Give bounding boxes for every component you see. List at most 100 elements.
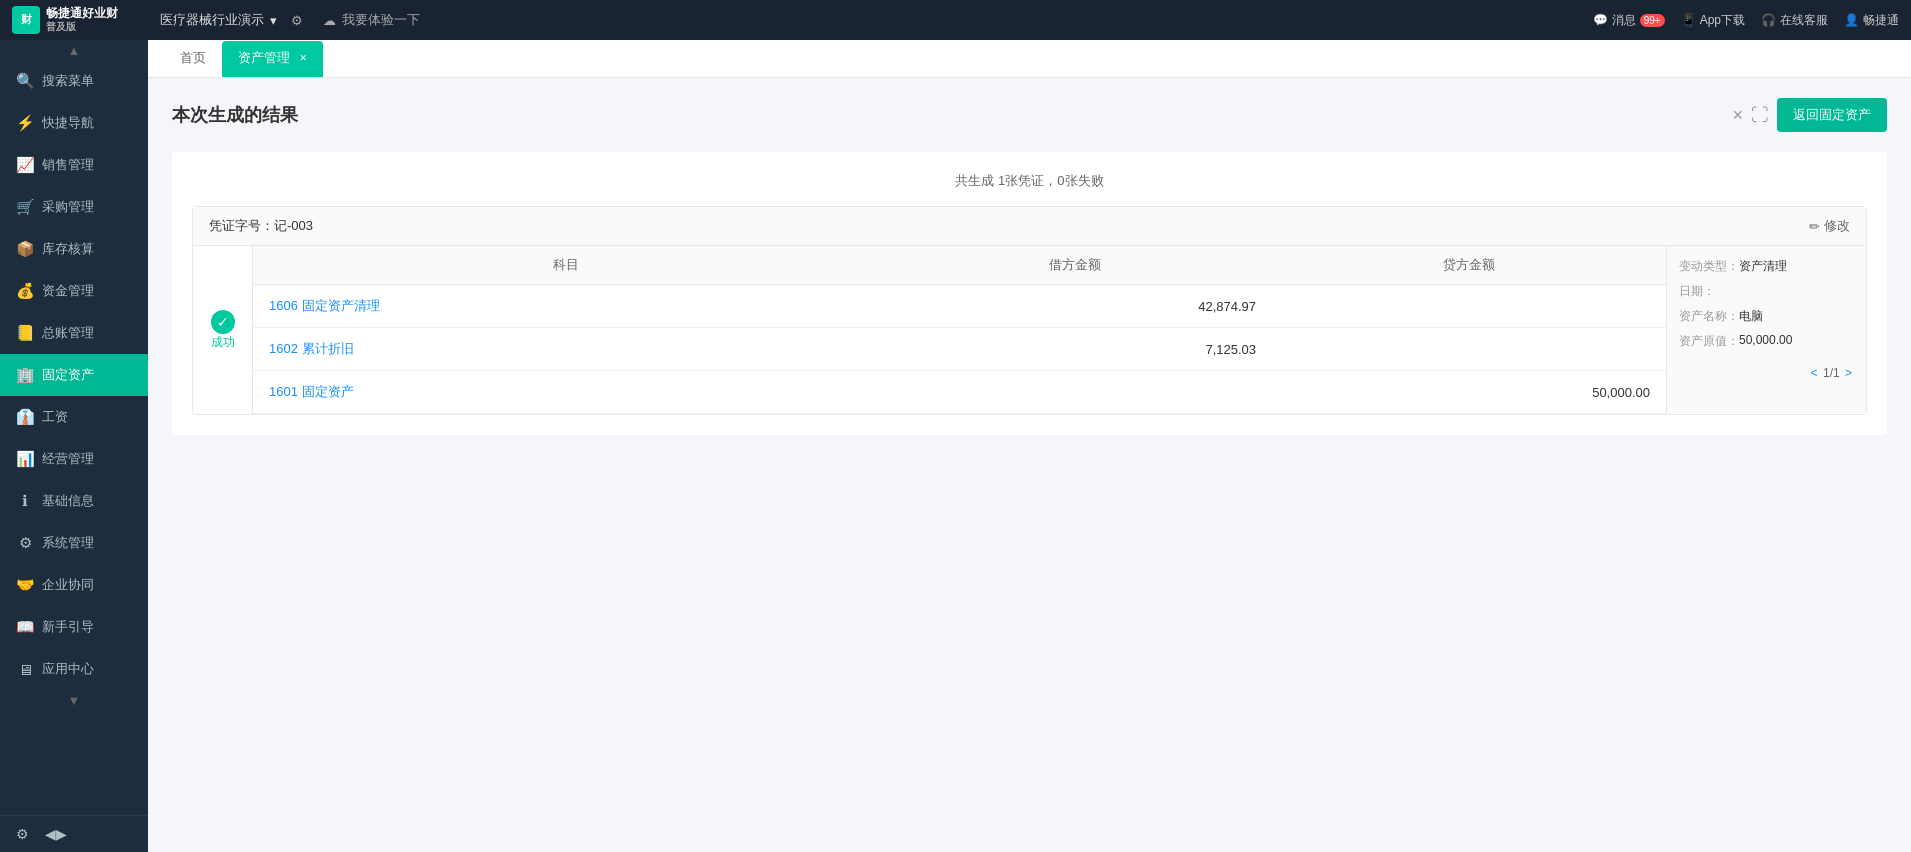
table-row: 1601 固定资产 50,000.00	[253, 371, 1666, 414]
sidebar: ▲ 🔍 搜索菜单 ⚡ 快捷导航 📈 销售管理 🛒 采购管理 📦 库存核算 💰 资…	[0, 40, 148, 852]
sidebar-item-label: 新手引导	[42, 618, 94, 636]
cloud-icon: ☁	[323, 13, 336, 28]
col-subject: 科目	[253, 246, 878, 285]
sidebar-item-quicknav[interactable]: ⚡ 快捷导航	[0, 102, 148, 144]
message-icon: 💬	[1593, 13, 1608, 27]
messages-label: 消息	[1612, 12, 1636, 29]
sidebar-item-guide[interactable]: 📖 新手引导	[0, 606, 148, 648]
sidebar-item-payroll[interactable]: 👔 工资	[0, 396, 148, 438]
cart-icon: 🛒	[16, 198, 34, 216]
tab-asset-management[interactable]: 资产管理 ×	[222, 41, 323, 77]
sidebar-item-operations[interactable]: 📊 经营管理	[0, 438, 148, 480]
sidebar-item-label: 销售管理	[42, 156, 94, 174]
app-logo: 财 畅捷通好业财 普及版	[12, 6, 152, 34]
building-icon: 🏢	[16, 366, 34, 384]
tab-home[interactable]: 首页	[164, 41, 222, 77]
username: 畅捷通	[1863, 12, 1899, 29]
dropdown-icon: ▾	[270, 13, 277, 28]
debit-cell	[878, 371, 1272, 414]
side-info-panel: 变动类型： 资产清理 日期： 资产名称： 电脑	[1666, 246, 1866, 414]
date-label: 日期：	[1679, 283, 1739, 300]
sidebar-item-label: 快捷导航	[42, 114, 94, 132]
subject-cell: 1606 固定资产清理	[253, 285, 878, 328]
sidebar-item-enterprise[interactable]: 🤝 企业协同	[0, 564, 148, 606]
sidebar-item-apps[interactable]: 🖥 应用中心	[0, 648, 148, 690]
sidebar-item-label: 固定资产	[42, 366, 94, 384]
table-row: 1606 固定资产清理 42,874.97	[253, 285, 1666, 328]
app-download-button[interactable]: 📱 App下载	[1681, 12, 1745, 29]
chart-icon: 📈	[16, 156, 34, 174]
edit-label: 修改	[1824, 217, 1850, 235]
sidebar-item-inventory[interactable]: 📦 库存核算	[0, 228, 148, 270]
asset-value-label: 资产原值：	[1679, 333, 1739, 350]
box-icon: 📦	[16, 240, 34, 258]
user-icon: 👤	[1844, 13, 1859, 27]
app-icon: 📱	[1681, 13, 1696, 27]
lightning-icon: ⚡	[16, 114, 34, 132]
sidebar-item-label: 库存核算	[42, 240, 94, 258]
close-button[interactable]: ×	[1732, 105, 1743, 126]
tab-asset-label: 资产管理	[238, 50, 290, 65]
table-row: 1602 累计折旧 7,125.03	[253, 328, 1666, 371]
sidebar-item-ledger[interactable]: 📒 总账管理	[0, 312, 148, 354]
voucher-table: 科目 借方金额 贷方金额 1606 固定资产清理 42,874.97	[253, 246, 1666, 414]
main-layout: ▲ 🔍 搜索菜单 ⚡ 快捷导航 📈 销售管理 🛒 采购管理 📦 库存核算 💰 资…	[0, 40, 1911, 852]
sidebar-item-fixed-assets[interactable]: 🏢 固定资产	[0, 354, 148, 396]
gear-icon: ⚙	[16, 534, 34, 552]
messages-button[interactable]: 💬 消息 99+	[1593, 12, 1665, 29]
credit-cell: 50,000.00	[1272, 371, 1666, 414]
info-icon: ℹ	[16, 492, 34, 510]
result-summary: 共生成 1张凭证，0张失败	[192, 172, 1867, 190]
edit-button[interactable]: ✏ 修改	[1809, 217, 1850, 235]
expand-button[interactable]: ⛶	[1751, 105, 1769, 126]
message-badge: 99+	[1640, 14, 1665, 27]
content-area: 首页 资产管理 × 本次生成的结果 × ⛶ 返回固定资产 共生成 1张凭证，0张…	[148, 40, 1911, 852]
sidebar-item-label: 工资	[42, 408, 68, 426]
return-button[interactable]: 返回固定资产	[1777, 98, 1887, 132]
voucher-content: ✓ 成功 科目 借方金额 贷方金额	[193, 246, 1866, 414]
sidebar-item-funds[interactable]: 💰 资金管理	[0, 270, 148, 312]
tab-close-icon[interactable]: ×	[300, 51, 307, 65]
sidebar-item-system[interactable]: ⚙ 系统管理	[0, 522, 148, 564]
tie-icon: 👔	[16, 408, 34, 426]
sidebar-scroll-up[interactable]: ▲	[0, 40, 148, 60]
sidebar-scroll-down[interactable]: ▼	[0, 690, 148, 710]
sidebar-item-purchase[interactable]: 🛒 采购管理	[0, 186, 148, 228]
page-content: 本次生成的结果 × ⛶ 返回固定资产 共生成 1张凭证，0张失败 凭证字号：记-…	[148, 78, 1911, 852]
voucher-number: 凭证字号：记-003	[209, 217, 313, 235]
edit-icon: ✏	[1809, 219, 1820, 234]
debit-cell: 42,874.97	[878, 285, 1272, 328]
subject-cell: 1601 固定资产	[253, 371, 878, 414]
sidebar-item-sales[interactable]: 📈 销售管理	[0, 144, 148, 186]
sidebar-item-label: 采购管理	[42, 198, 94, 216]
success-status: ✓ 成功	[193, 246, 253, 414]
stats-icon: 📊	[16, 450, 34, 468]
voucher-header: 凭证字号：记-003 ✏ 修改	[193, 207, 1866, 246]
credit-cell	[1272, 328, 1666, 371]
next-page[interactable]: >	[1845, 366, 1852, 380]
page-info: 1/1	[1823, 366, 1843, 380]
headset-icon: 🎧	[1761, 13, 1776, 27]
sidebar-collapse-icon[interactable]: ◀▶	[45, 826, 67, 842]
try-label: 我要体验一下	[342, 11, 420, 29]
prev-page[interactable]: <	[1811, 366, 1818, 380]
settings-icon[interactable]: ⚙	[291, 13, 303, 28]
company-selector[interactable]: 医疗器械行业演示 ▾ ⚙	[160, 11, 303, 29]
asset-name-label: 资产名称：	[1679, 308, 1739, 325]
date-row: 日期：	[1679, 283, 1854, 300]
sidebar-item-search[interactable]: 🔍 搜索菜单	[0, 60, 148, 102]
money-icon: 💰	[16, 282, 34, 300]
sidebar-settings-icon[interactable]: ⚙	[16, 826, 29, 842]
change-type-label: 变动类型：	[1679, 258, 1739, 275]
asset-value-row: 资产原值： 50,000.00	[1679, 333, 1854, 350]
sidebar-item-label: 总账管理	[42, 324, 94, 342]
customer-service-button[interactable]: 🎧 在线客服	[1761, 12, 1828, 29]
customer-service-label: 在线客服	[1780, 12, 1828, 29]
sidebar-bottom: ⚙ ◀▶	[0, 815, 148, 852]
guide-icon: 📖	[16, 618, 34, 636]
top-bar: 财 畅捷通好业财 普及版 医疗器械行业演示 ▾ ⚙ ☁ 我要体验一下 💬 消息 …	[0, 0, 1911, 40]
sidebar-item-basic-info[interactable]: ℹ 基础信息	[0, 480, 148, 522]
book-icon: 📒	[16, 324, 34, 342]
try-experience[interactable]: ☁ 我要体验一下	[323, 11, 1593, 29]
user-menu[interactable]: 👤 畅捷通	[1844, 12, 1899, 29]
